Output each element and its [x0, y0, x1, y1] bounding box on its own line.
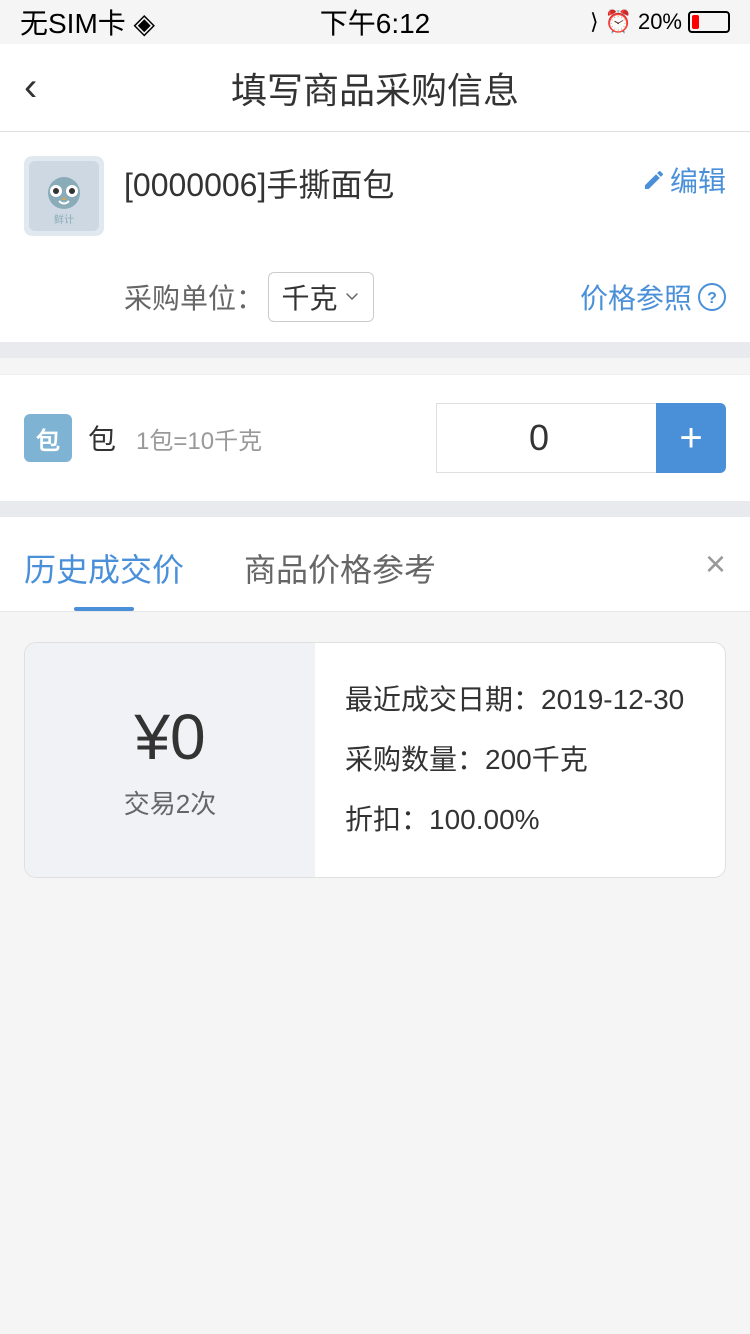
location-icon: ⟩	[590, 9, 599, 35]
dropdown-arrow-icon	[343, 288, 361, 306]
quantity-input-group: +	[436, 403, 726, 473]
section-divider-2	[0, 501, 750, 517]
product-unit-row: 采购单位： 千克 价格参照 ?	[124, 256, 726, 342]
price-info-discount: 折扣：100.00%	[345, 799, 695, 841]
product-header: 鲜计 [0000006]手撕面包 编辑	[24, 156, 726, 236]
edit-button[interactable]: 编辑	[642, 160, 726, 200]
product-left: 鲜计 [0000006]手撕面包	[24, 156, 394, 236]
quantity-input[interactable]	[436, 403, 656, 473]
price-card-left: ¥0 交易2次	[25, 643, 315, 877]
unit-select[interactable]: 千克	[268, 272, 374, 322]
quantity-conversion: 1包=10千克	[136, 421, 262, 456]
tabs-list: 历史成交价 商品价格参考	[24, 517, 436, 611]
back-button[interactable]: ‹	[24, 65, 37, 110]
price-card: ¥0 交易2次 最近成交日期：2019-12-30 采购数量：200千克 折扣：…	[24, 642, 726, 878]
svg-text:?: ?	[707, 290, 717, 307]
tab-underline	[74, 607, 134, 611]
product-section: 鲜计 [0000006]手撕面包 编辑 采购单位： 千克 价格参照	[0, 132, 750, 342]
price-info-quantity: 采购数量：200千克	[345, 739, 695, 781]
tabs-section: 历史成交价 商品价格参考 ×	[0, 517, 750, 612]
nav-bar: ‹ 填写商品采购信息	[0, 44, 750, 132]
section-divider	[0, 342, 750, 358]
price-transactions: 交易2次	[124, 784, 216, 821]
page-title: 填写商品采购信息	[231, 62, 519, 114]
unit-selector-group: 采购单位： 千克	[124, 272, 374, 322]
quantity-plus-button[interactable]: +	[656, 403, 726, 473]
status-bar: 无SIM卡 ◈ 下午6:12 ⟩ ⏰ 20%	[0, 0, 750, 44]
battery-icon	[688, 11, 730, 33]
price-card-right: 最近成交日期：2019-12-30 采购数量：200千克 折扣：100.00%	[315, 643, 725, 877]
tab-history-price[interactable]: 历史成交价	[24, 517, 184, 611]
product-image: 鲜计	[29, 161, 99, 231]
product-thumbnail: 鲜计	[24, 156, 104, 236]
close-button[interactable]: ×	[705, 546, 726, 582]
price-info-date: 最近成交日期：2019-12-30	[345, 679, 695, 721]
tab-product-price-ref[interactable]: 商品价格参考	[244, 517, 436, 611]
product-name: [0000006]手撕面包	[124, 160, 394, 206]
quantity-unit-badge: 包	[24, 414, 72, 462]
help-icon: ?	[698, 283, 726, 311]
quantity-section: 包 包 1包=10千克 +	[0, 374, 750, 501]
price-amount: ¥0	[134, 700, 205, 774]
alarm-icon: ⏰	[605, 9, 632, 35]
price-ref-link[interactable]: 价格参照 ?	[580, 277, 726, 317]
status-right-group: ⟩ ⏰ 20%	[590, 9, 730, 35]
time-text: 下午6:12	[320, 2, 431, 42]
carrier-text: 无SIM卡 ◈	[20, 2, 155, 42]
edit-icon	[642, 168, 666, 192]
card-section: ¥0 交易2次 最近成交日期：2019-12-30 采购数量：200千克 折扣：…	[0, 612, 750, 1212]
battery-percent: 20%	[638, 9, 682, 35]
quantity-label-group: 包 包 1包=10千克	[24, 414, 262, 462]
tabs-header: 历史成交价 商品价格参考 ×	[0, 517, 750, 611]
quantity-unit-label: 包	[88, 418, 116, 458]
svg-text:鲜计: 鲜计	[54, 213, 74, 226]
